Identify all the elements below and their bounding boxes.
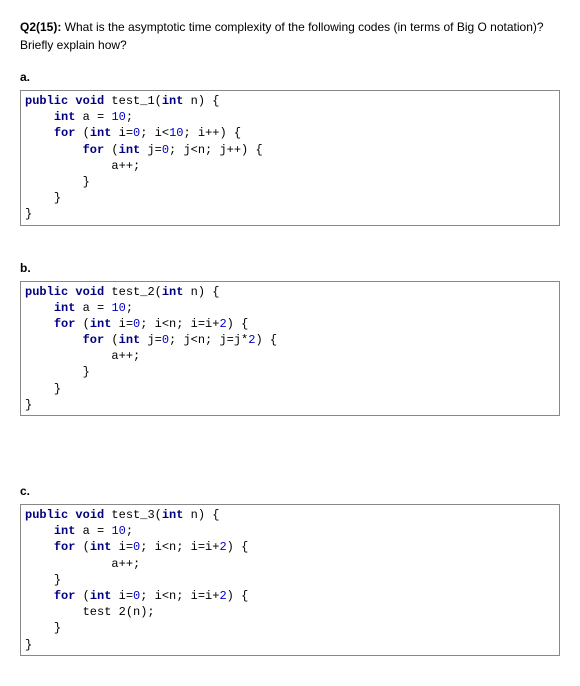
- keyword: public: [25, 94, 68, 108]
- number-literal: 2: [219, 589, 226, 603]
- keyword: int: [119, 143, 141, 157]
- number-literal: 2: [219, 317, 226, 331]
- keyword: for: [54, 126, 76, 140]
- code-text: i=: [111, 317, 133, 331]
- code-text: i=: [111, 126, 133, 140]
- code-text: ;: [126, 110, 133, 124]
- code-text: }: [25, 638, 32, 652]
- code-text: }: [54, 382, 61, 396]
- part-b-label: b.: [20, 261, 560, 275]
- code-text: (: [75, 317, 89, 331]
- code-text: ;: [126, 301, 133, 315]
- keyword: int: [54, 524, 76, 538]
- code-text: ; i<n; i=i+: [140, 540, 219, 554]
- question-followup: Briefly explain how?: [20, 38, 560, 52]
- code-text: (: [104, 143, 118, 157]
- code-text: test 2(n);: [83, 605, 155, 619]
- code-text: }: [54, 621, 61, 635]
- code-text: ; i<n; i=i+: [140, 317, 219, 331]
- code-text: }: [83, 365, 90, 379]
- spacer: [20, 426, 560, 466]
- code-text: j=: [140, 143, 162, 157]
- code-text: ; i++) {: [183, 126, 241, 140]
- code-text: (: [104, 333, 118, 347]
- keyword: for: [83, 333, 105, 347]
- keyword: for: [54, 589, 76, 603]
- keyword: int: [162, 508, 184, 522]
- code-text: ) {: [227, 540, 249, 554]
- keyword: public: [25, 285, 68, 299]
- question-prompt: Q2(15): What is the asymptotic time comp…: [20, 20, 560, 34]
- code-text: test_2(: [104, 285, 162, 299]
- code-text: test_3(: [104, 508, 162, 522]
- part-c-label: c.: [20, 484, 560, 498]
- code-text: ; i<n; i=i+: [140, 589, 219, 603]
- number-literal: 0: [162, 143, 169, 157]
- code-text: i=: [111, 589, 133, 603]
- keyword: int: [162, 285, 184, 299]
- code-block-a: public void test_1(int n) { int a = 10; …: [20, 90, 560, 226]
- question-prompt-text: What is the asymptotic time complexity o…: [61, 20, 543, 34]
- code-text: a =: [75, 524, 111, 538]
- code-text: ) {: [255, 333, 277, 347]
- code-text: ) {: [227, 317, 249, 331]
- question-label: Q2(15):: [20, 20, 61, 34]
- code-text: ;: [126, 524, 133, 538]
- number-literal: 10: [111, 524, 125, 538]
- number-literal: 0: [162, 333, 169, 347]
- keyword: for: [54, 540, 76, 554]
- code-text: }: [25, 398, 32, 412]
- keyword: for: [54, 317, 76, 331]
- code-text: (: [75, 126, 89, 140]
- code-text: n) {: [183, 508, 219, 522]
- code-text: }: [54, 573, 61, 587]
- code-text: n) {: [183, 94, 219, 108]
- code-text: ) {: [227, 589, 249, 603]
- keyword: int: [90, 589, 112, 603]
- number-literal: 10: [111, 110, 125, 124]
- keyword: int: [90, 317, 112, 331]
- code-text: ; j<n; j++) {: [169, 143, 263, 157]
- number-literal: 10: [169, 126, 183, 140]
- question-header: Q2(15): What is the asymptotic time comp…: [20, 20, 560, 52]
- keyword: public: [25, 508, 68, 522]
- code-block-b: public void test_2(int n) { int a = 10; …: [20, 281, 560, 417]
- code-text: ; j<n; j=j*: [169, 333, 248, 347]
- keyword: int: [119, 333, 141, 347]
- keyword: int: [54, 110, 76, 124]
- code-text: a++;: [111, 557, 140, 571]
- keyword: int: [162, 94, 184, 108]
- code-text: n) {: [183, 285, 219, 299]
- keyword: void: [75, 508, 104, 522]
- keyword: int: [54, 301, 76, 315]
- keyword: void: [75, 94, 104, 108]
- code-text: }: [83, 175, 90, 189]
- code-text: i=: [111, 540, 133, 554]
- code-text: ; i<: [140, 126, 169, 140]
- code-text: (: [75, 540, 89, 554]
- code-text: j=: [140, 333, 162, 347]
- number-literal: 10: [111, 301, 125, 315]
- code-text: (: [75, 589, 89, 603]
- number-literal: 2: [219, 540, 226, 554]
- code-text: a =: [75, 110, 111, 124]
- code-block-c: public void test_3(int n) { int a = 10; …: [20, 504, 560, 656]
- keyword: for: [83, 143, 105, 157]
- code-text: a++;: [111, 349, 140, 363]
- keyword: int: [90, 126, 112, 140]
- code-text: }: [54, 191, 61, 205]
- code-text: a =: [75, 301, 111, 315]
- part-a-label: a.: [20, 70, 560, 84]
- keyword: int: [90, 540, 112, 554]
- code-text: a++;: [111, 159, 140, 173]
- code-text: }: [25, 207, 32, 221]
- code-text: test_1(: [104, 94, 162, 108]
- keyword: void: [75, 285, 104, 299]
